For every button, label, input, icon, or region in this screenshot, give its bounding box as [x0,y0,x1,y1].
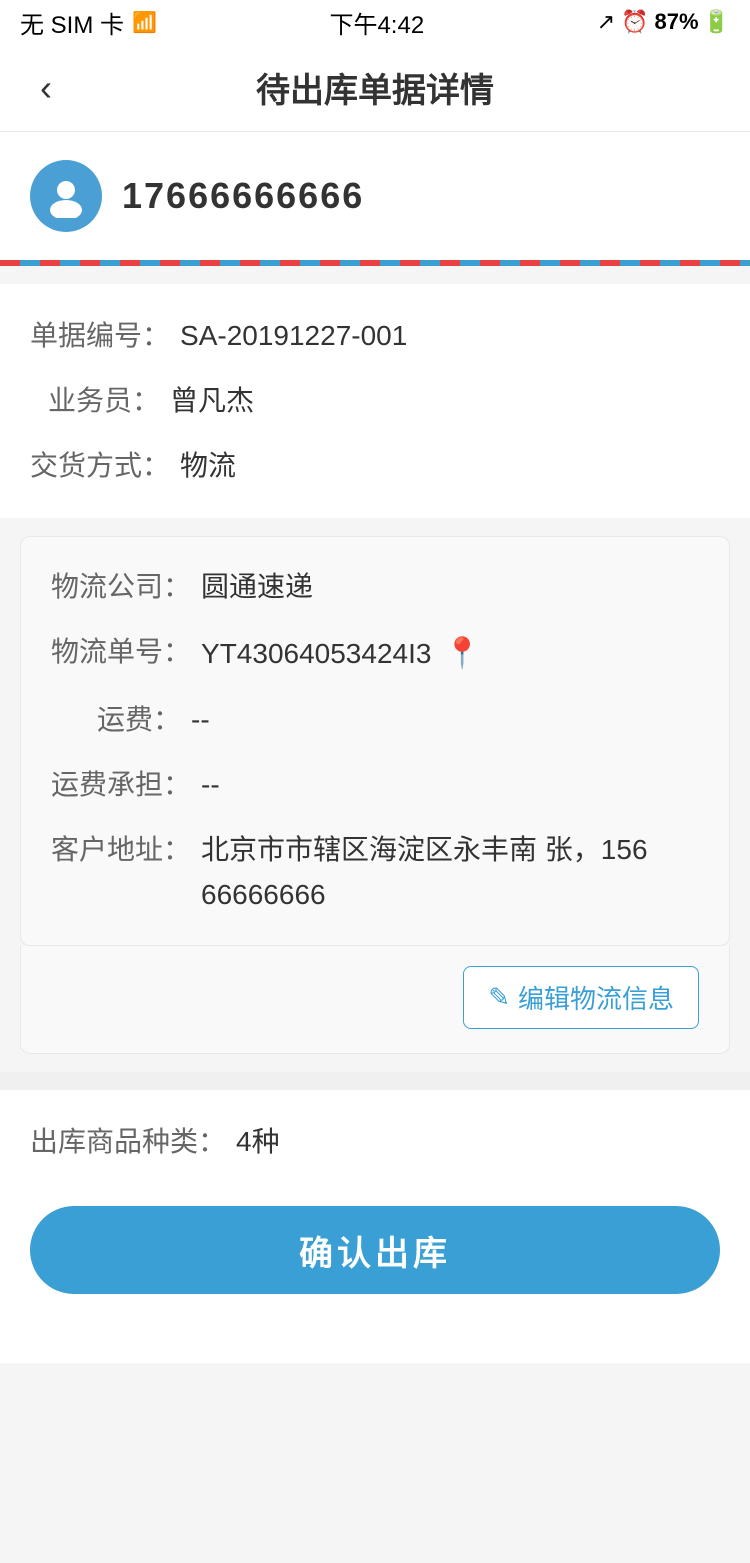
logistics-tracking-value: YT43064053424I3 📍 [201,630,699,678]
address-value: 北京市市辖区海淀区永丰南 张，156 66666666 [201,828,699,918]
goods-type-value: 4种 [236,1120,720,1165]
order-number-label: 单据编号： [30,314,180,359]
nav-title: 待出库单据详情 [256,63,494,112]
address-row: 客户地址： 北京市市辖区海淀区永丰南 张，156 66666666 [51,828,699,918]
staff-row: 业务员： 曾凡杰 [30,379,720,424]
logistics-tracking-label: 物流单号： [51,630,201,675]
section-divider [0,1072,750,1090]
avatar [30,160,102,232]
edit-btn-label: 编辑物流信息 [518,979,674,1016]
location-pin-icon[interactable]: 📍 [443,630,480,678]
goods-type-label: 出库商品种类： [30,1120,236,1165]
staff-value: 曾凡杰 [170,379,720,424]
order-number-row: 单据编号： SA-20191227-001 [30,314,720,359]
logistics-card: 物流公司： 圆通速递 物流单号： YT43064053424I3 📍 运费： -… [20,536,730,946]
status-right: ↗ ⏰ 87% 🔋 [597,9,730,35]
location-status-icon: ↗ [597,9,615,35]
confirm-outbound-button[interactable]: 确认出库 [30,1206,720,1294]
freight-row: 运费： -- [51,698,699,743]
battery-indicator: 87% 🔋 [655,9,730,35]
edit-btn-row: ✎ 编辑物流信息 [20,946,730,1054]
logistics-company-row: 物流公司： 圆通速递 [51,565,699,610]
logistics-company-label: 物流公司： [51,565,201,610]
delivery-label: 交货方式： [30,444,180,489]
spacer [0,1363,750,1563]
confirm-btn-container: 确认出库 [0,1186,750,1334]
freight-value: -- [191,698,699,743]
user-header: 17666666666 [0,132,750,260]
edit-logistics-button[interactable]: ✎ 编辑物流信息 [463,966,699,1029]
nav-bar: ‹ 待出库单据详情 [0,44,750,132]
carrier-text: 无 SIM 卡 [20,5,124,40]
edit-icon: ✎ [488,982,510,1013]
delivery-value: 物流 [180,444,720,489]
logistics-tracking-row: 物流单号： YT43064053424I3 📍 [51,630,699,678]
status-time: 下午4:42 [329,5,424,40]
status-bar: 无 SIM 卡 📶 下午4:42 ↗ ⏰ 87% 🔋 [0,0,750,44]
delivery-row: 交货方式： 物流 [30,444,720,489]
alarm-icon: ⏰ [621,9,648,35]
content-area: 17666666666 单据编号： SA-20191227-001 业务员： 曾… [0,132,750,1563]
freight-bear-row: 运费承担： -- [51,763,699,808]
goods-type-row: 出库商品种类： 4种 [30,1120,720,1165]
freight-bear-label: 运费承担： [51,763,201,808]
back-button[interactable]: ‹ [30,57,62,119]
order-info-section: 单据编号： SA-20191227-001 业务员： 曾凡杰 交货方式： 物流 [0,284,750,518]
freight-label: 运费： [51,698,191,743]
staff-label: 业务员： [30,379,170,424]
wifi-icon: 📶 [132,10,157,35]
dashed-divider [0,260,750,266]
order-number-value: SA-20191227-001 [180,314,720,359]
freight-bear-value: -- [201,763,699,808]
status-left: 无 SIM 卡 📶 [20,5,157,40]
battery-icon: 🔋 [703,9,730,35]
user-phone: 17666666666 [122,175,364,217]
address-label: 客户地址： [51,828,201,873]
logistics-company-value: 圆通速递 [201,565,699,610]
